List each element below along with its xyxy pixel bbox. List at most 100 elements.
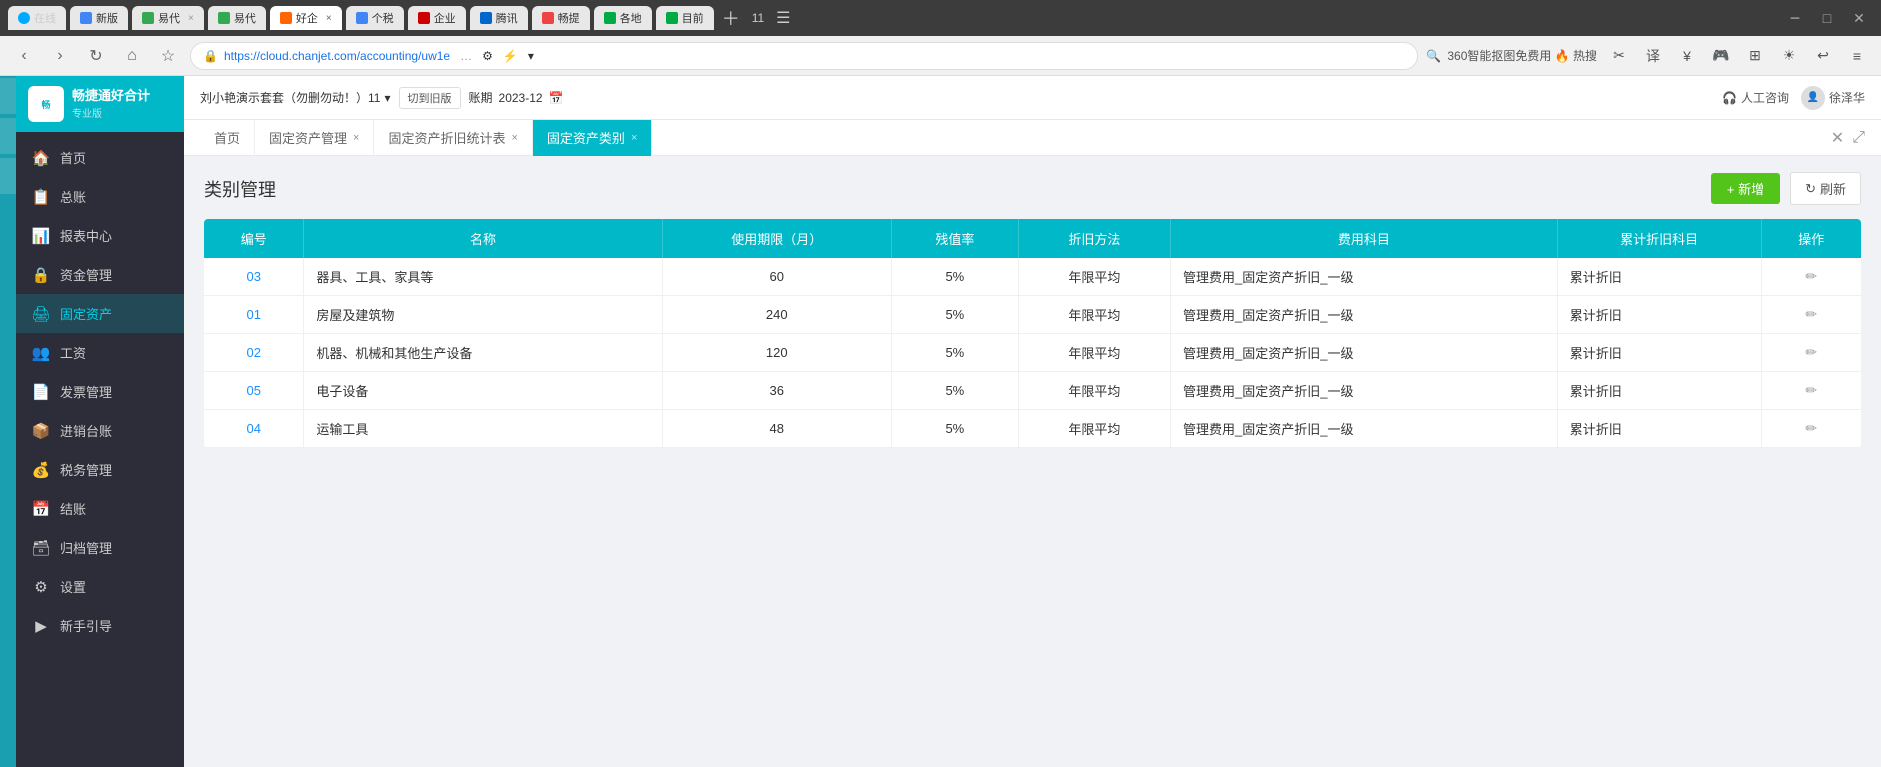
user-avatar-area[interactable]: 👤 徐泽华 (1801, 86, 1865, 110)
cell-method-0: 年限平均 (1018, 258, 1170, 296)
edit-icon-2[interactable]: ✏ (1805, 344, 1817, 360)
cell-action-2[interactable]: ✏ (1761, 334, 1861, 372)
sidebar-item-label-ledger: 总账 (60, 187, 86, 206)
sidebar-item-label-payroll: 工资 (60, 343, 86, 362)
sidebar-item-reports[interactable]: 📊 报表中心 (16, 216, 184, 255)
tax-icon: 💰 (32, 461, 50, 479)
search-hint: 360智能抠图免费用 🔥 热搜 (1447, 47, 1597, 64)
strip-btn-2[interactable] (0, 118, 16, 154)
browser-tab-5[interactable]: 个税 (346, 6, 404, 30)
wallet-icon[interactable]: ¥ (1673, 42, 1701, 70)
tab-menu-button[interactable]: ☰ (776, 8, 790, 28)
browser-tab-6[interactable]: 企业 (408, 6, 466, 30)
cell-id-2: 02 (204, 334, 304, 372)
strip-btn-3[interactable] (0, 158, 16, 194)
browser-chrome: 在线 新版 易代 × 易代 好企 × 个税 企业 腾讯 畅提 各地 目前 (0, 0, 1881, 36)
calendar-icon[interactable]: 📅 (549, 91, 564, 105)
sidebar-item-settings[interactable]: ⚙ 设置 (16, 567, 184, 606)
cell-name-4: 运输工具 (304, 410, 662, 448)
content-area: 类别管理 + 新增 ↻ 刷新 编号 名称 使用期限（月） 残值率 (184, 156, 1881, 767)
tab-assets-mgmt-label: 固定资产管理 (269, 128, 347, 147)
browser-tab-1[interactable]: 新版 (70, 6, 128, 30)
edit-icon-3[interactable]: ✏ (1805, 382, 1817, 398)
game-icon[interactable]: 🎮 (1707, 42, 1735, 70)
back-button[interactable]: ‹ (10, 42, 38, 70)
browser-tab-7[interactable]: 腾讯 (470, 6, 528, 30)
consult-area[interactable]: 🎧 人工咨询 (1722, 89, 1789, 106)
tab-depreciation-close[interactable]: × (511, 132, 517, 144)
tab-category[interactable]: 固定资产类别 × (533, 120, 652, 156)
sidebar-item-close[interactable]: 📅 结账 (16, 489, 184, 528)
user-dropdown-icon[interactable]: ▾ (384, 91, 390, 105)
top-bar-left: 刘小艳演示套套（勿删勿动！）11 ▾ 切到旧版 账期 2023-12 📅 (200, 87, 1706, 109)
add-button[interactable]: + 新增 (1711, 173, 1780, 204)
cut-icon[interactable]: ✂ (1605, 42, 1633, 70)
sidebar-item-archive[interactable]: 🗃 归档管理 (16, 528, 184, 567)
refresh-button[interactable]: ↻ 刷新 (1790, 172, 1861, 205)
address-bar[interactable]: 🔒 https://cloud.chanjet.com/accounting/u… (190, 42, 1418, 70)
brightness-icon[interactable]: ☀ (1775, 42, 1803, 70)
sidebar-item-ledger[interactable]: 📋 总账 (16, 177, 184, 216)
cell-action-3[interactable]: ✏ (1761, 372, 1861, 410)
cell-name-0: 器具、工具、家具等 (304, 258, 662, 296)
sidebar-item-inventory[interactable]: 📦 进销台账 (16, 411, 184, 450)
sidebar-item-tax[interactable]: 💰 税务管理 (16, 450, 184, 489)
edit-icon-1[interactable]: ✏ (1805, 306, 1817, 322)
switch-btn[interactable]: 切到旧版 (399, 87, 461, 109)
cell-subject-3: 管理费用_固定资产折旧_一级 (1171, 372, 1558, 410)
translate-icon[interactable]: 译 (1639, 42, 1667, 70)
undo-icon[interactable]: ↩ (1809, 42, 1837, 70)
browser-tab-10[interactable]: 目前 (656, 6, 714, 30)
tab-depreciation[interactable]: 固定资产折旧统计表 × (374, 120, 532, 156)
menu-icon[interactable]: ≡ (1843, 42, 1871, 70)
sidebar-item-invoice[interactable]: 📄 发票管理 (16, 372, 184, 411)
sidebar-item-label-settings: 设置 (60, 577, 86, 596)
browser-tab-4[interactable]: 好企 × (270, 6, 342, 30)
browser-tab-2[interactable]: 易代 × (132, 6, 204, 30)
sidebar-logo: 畅 (28, 86, 64, 122)
close-button[interactable]: ✕ (1845, 4, 1873, 32)
sidebar-item-finance[interactable]: 🔒 资金管理 (16, 255, 184, 294)
home-button[interactable]: ⌂ (118, 42, 146, 70)
assets-icon: 🖨 (32, 305, 50, 323)
sidebar-item-label-inventory: 进销台账 (60, 421, 112, 440)
cell-rate-3: 5% (892, 372, 1019, 410)
cell-action-0[interactable]: ✏ (1761, 258, 1861, 296)
user-info: 刘小艳演示套套（勿删勿动！）11 ▾ (200, 89, 391, 106)
tab-home[interactable]: 首页 (200, 120, 255, 156)
cell-action-4[interactable]: ✏ (1761, 410, 1861, 448)
forward-button[interactable]: › (46, 42, 74, 70)
cell-accum-2: 累计折旧 (1557, 334, 1761, 372)
tab-count[interactable]: 11 (752, 11, 764, 25)
tab-assets-mgmt-close[interactable]: × (353, 132, 359, 144)
reload-button[interactable]: ↻ (82, 42, 110, 70)
cell-period-2: 120 (662, 334, 892, 372)
browser-tab-0[interactable]: 在线 (8, 6, 66, 30)
page-tabs: 首页 固定资产管理 × 固定资产折旧统计表 × 固定资产类别 × ✕ ⤢ (184, 120, 1881, 156)
tab-close-all-button[interactable]: ✕ (1831, 128, 1844, 148)
tab-category-close[interactable]: × (631, 132, 637, 144)
strip-btn-1[interactable] (0, 78, 16, 114)
sidebar-item-guide[interactable]: ▶ 新手引导 (16, 606, 184, 645)
close-period-icon: 📅 (32, 500, 50, 518)
grid-icon[interactable]: ⊞ (1741, 42, 1769, 70)
edit-icon-4[interactable]: ✏ (1805, 420, 1817, 436)
new-tab-button[interactable]: ＋ (722, 5, 740, 31)
tab-maximize-button[interactable]: ⤢ (1852, 129, 1865, 147)
sidebar-item-payroll[interactable]: 👥 工资 (16, 333, 184, 372)
inventory-icon: 📦 (32, 422, 50, 440)
maximize-button[interactable]: □ (1813, 4, 1841, 32)
minimize-button[interactable]: − (1781, 4, 1809, 32)
edit-icon-0[interactable]: ✏ (1805, 268, 1817, 284)
sidebar-item-assets[interactable]: 🖨 固定资产 (16, 294, 184, 333)
sidebar-item-home[interactable]: 🏠 首页 (16, 138, 184, 177)
browser-tab-9[interactable]: 各地 (594, 6, 652, 30)
tab-assets-mgmt[interactable]: 固定资产管理 × (255, 120, 374, 156)
browser-tab-3[interactable]: 易代 (208, 6, 266, 30)
bookmark-button[interactable]: ☆ (154, 42, 182, 70)
browser-tab-8[interactable]: 畅提 (532, 6, 590, 30)
sidebar-item-label-invoice: 发票管理 (60, 382, 112, 401)
sidebar-title: 畅捷通好合计 (72, 88, 150, 105)
cell-action-1[interactable]: ✏ (1761, 296, 1861, 334)
consult-label: 人工咨询 (1741, 89, 1789, 106)
